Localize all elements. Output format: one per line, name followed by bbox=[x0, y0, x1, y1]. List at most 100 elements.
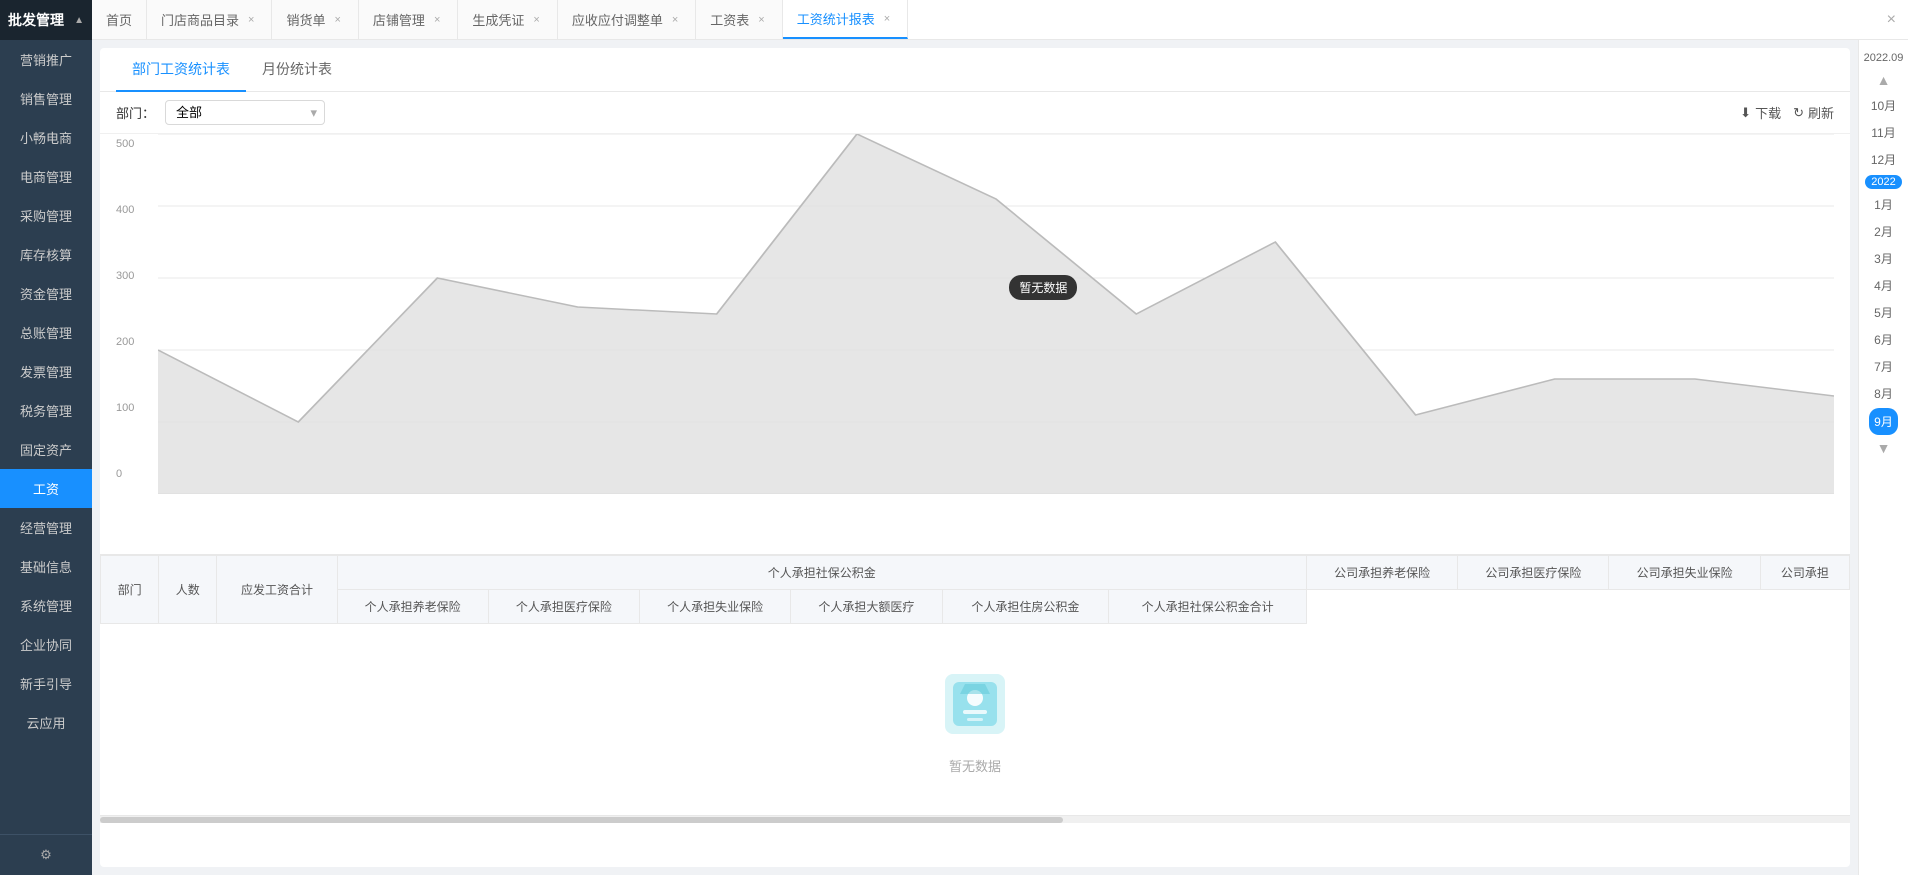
tab-label-shopmanage: 店铺管理 bbox=[373, 10, 425, 29]
scrollbar-thumb[interactable] bbox=[100, 817, 1063, 823]
main-area: 首页门店商品目录×销货单×店铺管理×生成凭证×应收应付调整单×工资表×工资统计报… bbox=[92, 0, 1908, 875]
sidebar: 批发管理 ▲ 营销推广销售管理小畅电商电商管理采购管理库存核算资金管理总账管理发… bbox=[0, 0, 92, 875]
timeline-month-6月[interactable]: 6月 bbox=[1865, 326, 1901, 353]
table-head: 部门 人数 应发工资合计 个人承担社保公积金 公司承担养老保险 公司承担医疗保险… bbox=[101, 556, 1850, 624]
settings-icon: ⚙ bbox=[40, 847, 52, 862]
col-personal-medical: 个人承担医疗保险 bbox=[488, 590, 639, 624]
tab-close-shopmanage[interactable]: × bbox=[431, 13, 443, 27]
timeline-months: 10月11月12月20221月2月3月4月5月6月7月8月9月 bbox=[1865, 92, 1901, 436]
tab-close-catalog[interactable]: × bbox=[245, 13, 257, 27]
no-data-label: 暂无数据 bbox=[949, 756, 1001, 775]
sidebar-header[interactable]: 批发管理 ▲ bbox=[0, 0, 92, 40]
content-area: 部门工资统计表月份统计表 部门： 全部 ⬇ 下载 bbox=[92, 40, 1908, 875]
col-total-wage: 应发工资合计 bbox=[217, 556, 337, 624]
sidebar-item-finance[interactable]: 资金管理 bbox=[0, 274, 92, 313]
tab-bar: 首页门店商品目录×销货单×店铺管理×生成凭证×应收应付调整单×工资表×工资统计报… bbox=[92, 0, 1908, 40]
horizontal-scrollbar[interactable] bbox=[100, 815, 1850, 823]
timeline-nav-down[interactable]: ▼ bbox=[1859, 436, 1908, 460]
tab-home[interactable]: 首页 bbox=[92, 0, 147, 39]
sidebar-item-cloud[interactable]: 云应用 bbox=[0, 703, 92, 742]
timeline-month-4月[interactable]: 4月 bbox=[1865, 272, 1901, 299]
dept-select[interactable]: 全部 bbox=[165, 100, 325, 125]
refresh-icon: ↻ bbox=[1793, 105, 1804, 121]
timeline-month-10月[interactable]: 10月 bbox=[1865, 92, 1901, 119]
tab-close-salesorder[interactable]: × bbox=[331, 13, 343, 27]
sidebar-item-tax[interactable]: 税务管理 bbox=[0, 391, 92, 430]
sidebar-item-operation[interactable]: 经营管理 bbox=[0, 508, 92, 547]
timeline-month-12月[interactable]: 12月 bbox=[1865, 146, 1901, 173]
timeline-month-7月[interactable]: 7月 bbox=[1865, 353, 1901, 380]
dept-filter-label: 部门： bbox=[116, 103, 155, 122]
sub-tab-monthly[interactable]: 月份统计表 bbox=[246, 48, 348, 92]
tab-receivable[interactable]: 应收应付调整单 × bbox=[558, 0, 696, 39]
table-header-row-2: 个人承担养老保险 个人承担医疗保险 个人承担失业保险 个人承担大额医疗 个人承担… bbox=[101, 590, 1850, 624]
timeline-month-2月[interactable]: 2月 bbox=[1865, 218, 1901, 245]
no-data-state: 暂无数据 bbox=[100, 624, 1850, 815]
tab-catalog[interactable]: 门店商品目录 × bbox=[147, 0, 272, 39]
y-label-300: 300 bbox=[116, 270, 156, 282]
sidebar-item-guide[interactable]: 新手引导 bbox=[0, 664, 92, 703]
sidebar-item-ecommerce[interactable]: 电商管理 bbox=[0, 157, 92, 196]
tab-close-receivable[interactable]: × bbox=[669, 13, 681, 27]
download-button[interactable]: ⬇ 下载 bbox=[1740, 103, 1781, 122]
timeline-sidebar: 2022.09 ▲ 10月11月12月20221月2月3月4月5月6月7月8月9… bbox=[1858, 40, 1908, 875]
sidebar-footer-settings[interactable]: ⚙ bbox=[0, 834, 92, 875]
toolbar-right: ⬇ 下载 ↻ 刷新 bbox=[1740, 103, 1834, 122]
timeline-month-3月[interactable]: 3月 bbox=[1865, 245, 1901, 272]
chart-no-data-tooltip: 暂无数据 bbox=[1009, 275, 1077, 300]
col-personal-group: 个人承担社保公积金 bbox=[337, 556, 1306, 590]
sidebar-item-payroll[interactable]: 工资 bbox=[0, 469, 92, 508]
timeline-month-9月[interactable]: 9月 bbox=[1869, 408, 1897, 435]
sidebar-item-inventory[interactable]: 库存核算 bbox=[0, 235, 92, 274]
timeline-month-5月[interactable]: 5月 bbox=[1865, 299, 1901, 326]
col-personal-large-medical: 个人承担大额医疗 bbox=[791, 590, 942, 624]
sidebar-item-sales[interactable]: 销售管理 bbox=[0, 79, 92, 118]
refresh-button[interactable]: ↻ 刷新 bbox=[1793, 103, 1834, 122]
col-company-pension: 公司承担养老保险 bbox=[1307, 556, 1458, 590]
tab-label-catalog: 门店商品目录 bbox=[161, 10, 239, 29]
y-label-500: 500 bbox=[116, 138, 156, 150]
tab-label-salesorder: 销货单 bbox=[286, 10, 325, 29]
download-icon: ⬇ bbox=[1740, 105, 1751, 121]
y-label-200: 200 bbox=[116, 336, 156, 348]
area-chart bbox=[158, 134, 1834, 494]
tab-payrolltab[interactable]: 工资表 × bbox=[696, 0, 782, 39]
sidebar-item-assets[interactable]: 固定资产 bbox=[0, 430, 92, 469]
toolbar: 部门： 全部 ⬇ 下载 ↻ 刷新 bbox=[100, 92, 1850, 134]
tab-shopmanage[interactable]: 店铺管理 × bbox=[359, 0, 458, 39]
tab-label-receivable: 应收应付调整单 bbox=[572, 10, 663, 29]
sidebar-items: 营销推广销售管理小畅电商电商管理采购管理库存核算资金管理总账管理发票管理税务管理… bbox=[0, 40, 92, 742]
tab-close-payrollreport[interactable]: × bbox=[881, 12, 893, 26]
sidebar-item-system[interactable]: 系统管理 bbox=[0, 586, 92, 625]
tab-close-payrolltab[interactable]: × bbox=[755, 13, 767, 27]
tab-close-voucher[interactable]: × bbox=[530, 13, 542, 27]
sub-tab-dept[interactable]: 部门工资统计表 bbox=[116, 48, 246, 92]
sidebar-item-purchase[interactable]: 采购管理 bbox=[0, 196, 92, 235]
timeline-header: 2022.09 bbox=[1862, 48, 1906, 68]
sidebar-item-marketing[interactable]: 营销推广 bbox=[0, 40, 92, 79]
close-all-button[interactable]: × bbox=[1875, 11, 1908, 29]
col-company-other: 公司承担 bbox=[1760, 556, 1849, 590]
sidebar-item-invoice[interactable]: 发票管理 bbox=[0, 352, 92, 391]
sub-tab-bar: 部门工资统计表月份统计表 bbox=[100, 48, 1850, 92]
tab-label-home: 首页 bbox=[106, 10, 132, 29]
timeline-month-1月[interactable]: 1月 bbox=[1865, 191, 1901, 218]
sidebar-item-basic[interactable]: 基础信息 bbox=[0, 547, 92, 586]
col-company-medical: 公司承担医疗保险 bbox=[1458, 556, 1609, 590]
table-section[interactable]: 部门 人数 应发工资合计 个人承担社保公积金 公司承担养老保险 公司承担医疗保险… bbox=[100, 554, 1850, 867]
tab-salesorder[interactable]: 销货单 × bbox=[272, 0, 358, 39]
timeline-month-8月[interactable]: 8月 bbox=[1865, 380, 1901, 407]
sidebar-item-enterprise[interactable]: 企业协同 bbox=[0, 625, 92, 664]
timeline-nav-up[interactable]: ▲ bbox=[1859, 68, 1908, 92]
tab-voucher[interactable]: 生成凭证 × bbox=[458, 0, 557, 39]
tab-payrollreport[interactable]: 工资统计报表× bbox=[783, 0, 908, 39]
sidebar-item-accounting[interactable]: 总账管理 bbox=[0, 313, 92, 352]
tab-label-voucher: 生成凭证 bbox=[472, 10, 524, 29]
sidebar-collapse-icon[interactable]: ▲ bbox=[74, 15, 84, 26]
tab-label-payrolltab: 工资表 bbox=[710, 10, 749, 29]
sidebar-item-ecommerce-small[interactable]: 小畅电商 bbox=[0, 118, 92, 157]
timeline-month-11月[interactable]: 11月 bbox=[1865, 119, 1901, 146]
col-count: 人数 bbox=[159, 556, 217, 624]
y-label-100: 100 bbox=[116, 402, 156, 414]
chart-area: 0 100 200 300 400 500 暂无数据 bbox=[100, 134, 1850, 554]
